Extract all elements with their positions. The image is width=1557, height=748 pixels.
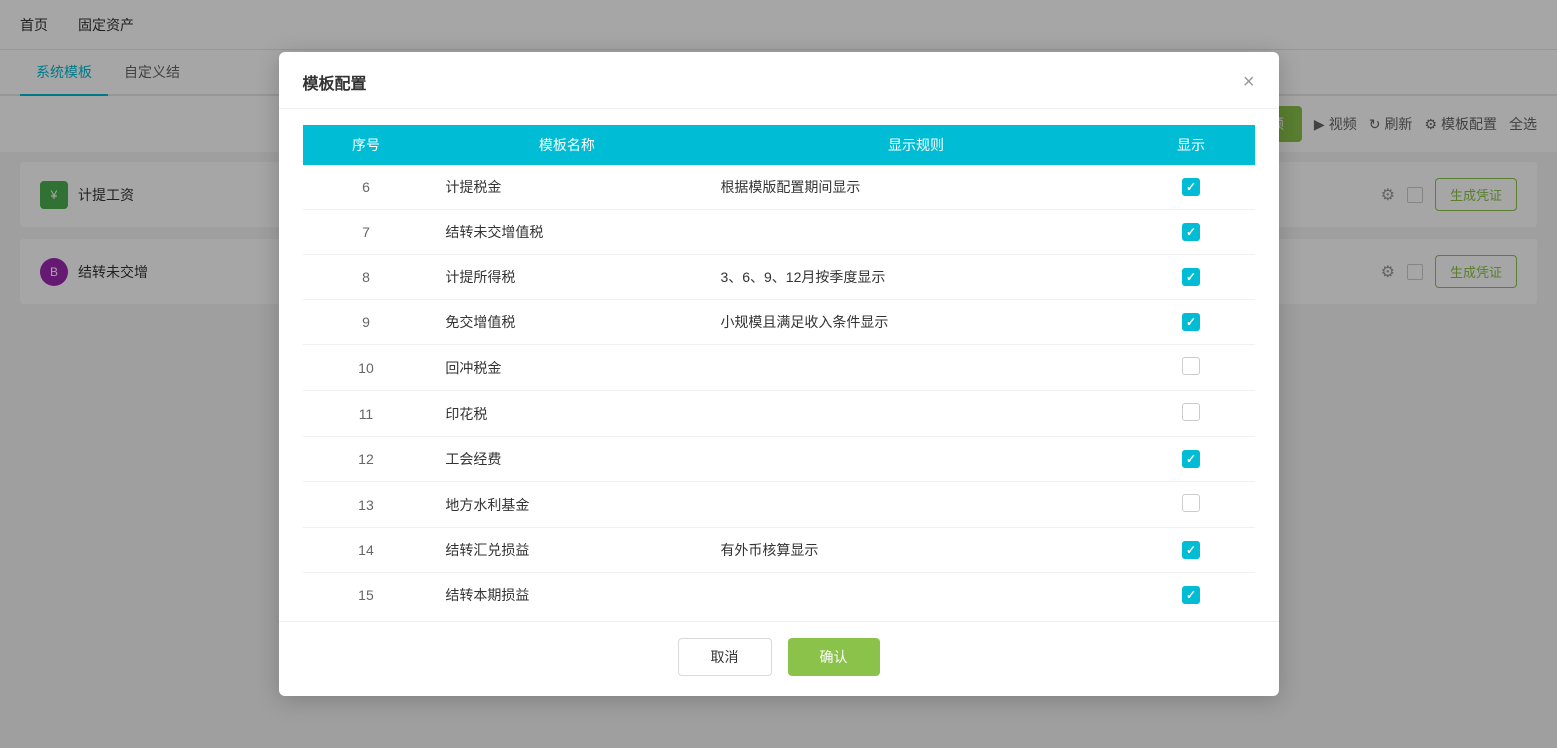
table-row: 14结转汇兑损益有外币核算显示 bbox=[303, 528, 1255, 573]
cell-rule bbox=[704, 573, 1127, 606]
cell-name: 结转本期损益 bbox=[429, 573, 704, 606]
background-page: 首页 固定资产 系统模板 自定义结 测算金额 ▶ 视频 ↻ 刷新 ⚙ 模板配置 … bbox=[0, 0, 1557, 748]
cell-name: 工会经费 bbox=[429, 437, 704, 482]
cell-seq: 15 bbox=[303, 573, 430, 606]
modal-overlay: 模板配置 × 序号 模板名称 显示规则 显示 bbox=[0, 0, 1557, 748]
cell-checkbox[interactable] bbox=[1128, 255, 1255, 300]
cell-checkbox[interactable] bbox=[1128, 345, 1255, 391]
config-table: 序号 模板名称 显示规则 显示 6计提税金根据模版配置期间显示7结转未交增值税8… bbox=[303, 125, 1255, 605]
cell-seq: 8 bbox=[303, 255, 430, 300]
cell-seq: 14 bbox=[303, 528, 430, 573]
cell-checkbox[interactable] bbox=[1128, 391, 1255, 437]
cell-rule: 3、6、9、12月按季度显示 bbox=[704, 255, 1127, 300]
template-config-dialog: 模板配置 × 序号 模板名称 显示规则 显示 bbox=[279, 52, 1279, 696]
cell-name: 计提所得税 bbox=[429, 255, 704, 300]
checkbox-unchecked[interactable] bbox=[1182, 494, 1200, 512]
col-header-rule: 显示规则 bbox=[704, 125, 1127, 165]
cell-name: 计提税金 bbox=[429, 165, 704, 210]
table-row: 13地方水利基金 bbox=[303, 482, 1255, 528]
checkbox-checked[interactable] bbox=[1182, 541, 1200, 559]
col-header-display: 显示 bbox=[1128, 125, 1255, 165]
checkbox-checked[interactable] bbox=[1182, 223, 1200, 241]
cell-rule: 有外币核算显示 bbox=[704, 528, 1127, 573]
cell-seq: 9 bbox=[303, 300, 430, 345]
checkbox-checked[interactable] bbox=[1182, 313, 1200, 331]
col-header-name: 模板名称 bbox=[429, 125, 704, 165]
cell-seq: 7 bbox=[303, 210, 430, 255]
cell-seq: 12 bbox=[303, 437, 430, 482]
table-scroll-container[interactable]: 序号 模板名称 显示规则 显示 6计提税金根据模版配置期间显示7结转未交增值税8… bbox=[303, 125, 1255, 605]
dialog-footer: 取消 确认 bbox=[279, 621, 1279, 696]
cell-name: 回冲税金 bbox=[429, 345, 704, 391]
checkbox-checked[interactable] bbox=[1182, 450, 1200, 468]
cell-seq: 6 bbox=[303, 165, 430, 210]
table-row: 10回冲税金 bbox=[303, 345, 1255, 391]
cell-checkbox[interactable] bbox=[1128, 210, 1255, 255]
cell-rule bbox=[704, 345, 1127, 391]
cell-rule: 小规模且满足收入条件显示 bbox=[704, 300, 1127, 345]
dialog-close-button[interactable]: × bbox=[1243, 72, 1255, 92]
cell-checkbox[interactable] bbox=[1128, 300, 1255, 345]
cell-name: 免交增值税 bbox=[429, 300, 704, 345]
cell-seq: 10 bbox=[303, 345, 430, 391]
cell-name: 地方水利基金 bbox=[429, 482, 704, 528]
cell-name: 结转汇兑损益 bbox=[429, 528, 704, 573]
dialog-title: 模板配置 bbox=[303, 70, 367, 94]
checkbox-unchecked[interactable] bbox=[1182, 357, 1200, 375]
table-row: 15结转本期损益 bbox=[303, 573, 1255, 606]
cell-name: 结转未交增值税 bbox=[429, 210, 704, 255]
cell-checkbox[interactable] bbox=[1128, 482, 1255, 528]
cell-seq: 13 bbox=[303, 482, 430, 528]
cell-checkbox[interactable] bbox=[1128, 528, 1255, 573]
checkbox-checked[interactable] bbox=[1182, 178, 1200, 196]
cell-checkbox[interactable] bbox=[1128, 437, 1255, 482]
dialog-body: 序号 模板名称 显示规则 显示 6计提税金根据模版配置期间显示7结转未交增值税8… bbox=[279, 109, 1279, 621]
cell-seq: 11 bbox=[303, 391, 430, 437]
cell-rule bbox=[704, 210, 1127, 255]
cell-checkbox[interactable] bbox=[1128, 573, 1255, 606]
checkbox-checked[interactable] bbox=[1182, 268, 1200, 286]
cell-rule bbox=[704, 391, 1127, 437]
table-row: 9免交增值税小规模且满足收入条件显示 bbox=[303, 300, 1255, 345]
cell-rule bbox=[704, 482, 1127, 528]
table-row: 6计提税金根据模版配置期间显示 bbox=[303, 165, 1255, 210]
table-row: 12工会经费 bbox=[303, 437, 1255, 482]
cell-rule: 根据模版配置期间显示 bbox=[704, 165, 1127, 210]
checkbox-unchecked[interactable] bbox=[1182, 403, 1200, 421]
dialog-header: 模板配置 × bbox=[279, 52, 1279, 109]
confirm-button[interactable]: 确认 bbox=[788, 638, 880, 676]
cell-rule bbox=[704, 437, 1127, 482]
table-row: 8计提所得税3、6、9、12月按季度显示 bbox=[303, 255, 1255, 300]
table-row: 7结转未交增值税 bbox=[303, 210, 1255, 255]
checkbox-checked[interactable] bbox=[1182, 586, 1200, 604]
cell-name: 印花税 bbox=[429, 391, 704, 437]
cancel-button[interactable]: 取消 bbox=[678, 638, 772, 676]
cell-checkbox[interactable] bbox=[1128, 165, 1255, 210]
col-header-seq: 序号 bbox=[303, 125, 430, 165]
table-row: 11印花税 bbox=[303, 391, 1255, 437]
